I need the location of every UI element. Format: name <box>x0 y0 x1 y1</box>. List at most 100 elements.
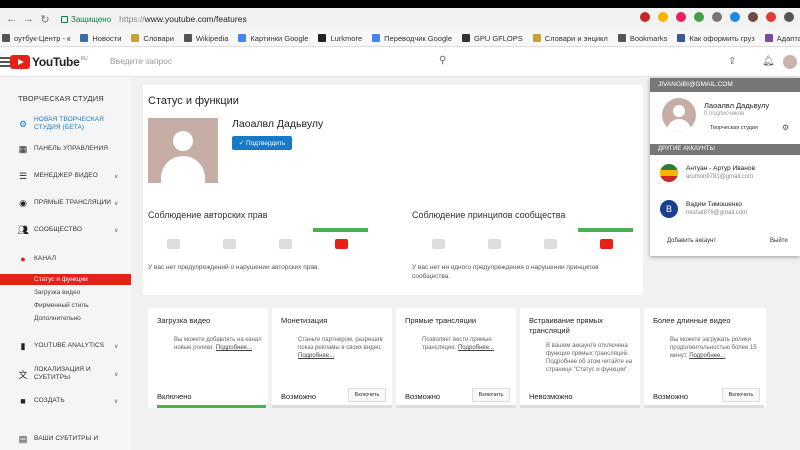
chevron-down-icon[interactable]: ∨ <box>114 371 118 378</box>
logout-button[interactable]: Выйти <box>770 238 788 244</box>
verify-button[interactable]: ✓ Подтвердить <box>232 136 292 150</box>
bookmark-item[interactable]: оутбук-Центр - к <box>2 34 70 43</box>
strike-indicator-icon <box>279 239 292 249</box>
sidebar-item-analytics[interactable]: ▮ YOUTUBE ANALYTICS ∨ <box>0 339 131 353</box>
bookmark-label: GPU GFLOPS <box>474 33 523 43</box>
bookmark-favicon-icon <box>183 34 192 42</box>
sidebar-item-label: YOUTUBE ANALYTICS <box>34 342 105 349</box>
chevron-down-icon[interactable]: ∨ <box>114 200 118 207</box>
extension-icon[interactable] <box>766 12 776 22</box>
more-link[interactable]: Подробнее... <box>458 345 494 351</box>
sidebar-item-subtitles[interactable]: ▤ ВАШИ СУБТИТРЫ И <box>0 432 131 446</box>
bookmark-item[interactable]: Картинки Google <box>238 34 308 43</box>
sidebar-item-new-studio[interactable]: ⚙ НОВАЯ ТВОРЧЕСКАЯ СТУДИЯ (БЕТА) <box>0 115 131 133</box>
more-link[interactable]: Подробнее... <box>216 345 252 351</box>
sidebar-item-video-manager[interactable]: ☰ МЕНЕДЖЕР ВИДЕО ∨ <box>0 169 131 183</box>
sidebar-item-create[interactable]: ■ СОЗДАТЬ ∨ <box>0 394 131 408</box>
bookmark-item[interactable]: Wikipedia <box>183 33 229 43</box>
community-status-bar <box>578 228 633 232</box>
chevron-down-icon[interactable]: ∨ <box>114 173 118 180</box>
sidebar-item-channel[interactable]: ● КАНАЛ <box>0 252 131 266</box>
sidebar-subitem-status[interactable]: Статус и функции <box>0 274 131 285</box>
creator-studio-link[interactable]: Творческая студия <box>710 125 758 131</box>
reload-icon[interactable]: ↻ <box>40 13 50 26</box>
bookmark-label: Словари и энцикл <box>544 33 608 43</box>
enable-button[interactable]: Включить <box>722 388 760 402</box>
bookmark-label: Как оформить груз <box>689 33 755 43</box>
extension-icon[interactable] <box>730 12 740 22</box>
feature-description: Станьте партнером, разрешив показ реклам… <box>298 337 383 359</box>
enable-button[interactable]: Включить <box>348 388 386 402</box>
search-input[interactable]: Введите запрос <box>110 55 450 69</box>
chevron-down-icon[interactable]: ∨ <box>114 398 118 405</box>
menu-dots-icon[interactable] <box>784 12 794 22</box>
strike-indicator-icon <box>167 239 180 249</box>
search-icon[interactable]: ⚲ <box>439 55 446 66</box>
account-item[interactable]: Антуан - Артур Иванов arumon9781@gmail.c… <box>650 160 800 188</box>
url-field[interactable]: https://www.youtube.com/features <box>119 14 247 24</box>
hamburger-menu-icon[interactable] <box>0 57 10 69</box>
gear-icon[interactable]: ⚙ <box>782 123 789 132</box>
bell-icon[interactable]: 🔔︎ <box>762 56 775 67</box>
sidebar-subitem-label: Загрузка видео <box>34 289 81 296</box>
bookmark-favicon-icon <box>131 34 140 42</box>
bookmark-item[interactable]: Переводчик Google <box>372 34 452 43</box>
bookmark-favicon-icon <box>372 34 381 42</box>
sidebar-item-live[interactable]: ◉ ПРЯМЫЕ ТРАНСЛЯЦИИ ∨ <box>0 196 131 210</box>
bookmark-label: Новости <box>92 33 122 43</box>
secure-indicator[interactable]: Защищено <box>61 15 111 24</box>
bookmark-item[interactable]: GPU GFLOPS <box>462 34 523 43</box>
feature-bar <box>520 405 640 408</box>
account-email: JIVANGIBI@GMAIL.COM <box>650 78 800 92</box>
dashboard-icon: ▦ <box>18 143 28 154</box>
sidebar-subitem-branding[interactable]: Фирменный стиль <box>0 300 131 311</box>
bookmark-item[interactable]: Как оформить груз <box>677 33 755 43</box>
back-icon[interactable]: ← <box>6 13 17 25</box>
bookmark-label: Wikipedia <box>195 33 229 43</box>
bookmark-item[interactable]: Адаптация графики <box>764 34 800 43</box>
bookmark-item[interactable]: Новости <box>80 34 121 43</box>
enable-button[interactable]: Включить <box>472 388 510 402</box>
bookmark-item[interactable]: Bookmarks <box>617 34 667 43</box>
feature-title: Прямые трансляции <box>405 316 477 325</box>
feature-status: Включено <box>157 392 192 401</box>
account-avatar: В <box>660 200 678 218</box>
chevron-down-icon[interactable]: ∨ <box>114 227 118 234</box>
gear-icon: ⚙ <box>18 118 28 129</box>
sidebar-subitem-label: Дополнительно <box>34 315 81 322</box>
url-host: www.youtube.com/features <box>144 14 247 24</box>
extension-icon[interactable] <box>676 12 686 22</box>
bookmark-favicon-icon <box>677 34 686 42</box>
extension-icon[interactable] <box>748 12 758 22</box>
account-item[interactable]: В Вадим Тимошенко mishat876@gmail.com <box>650 196 800 224</box>
extension-icon[interactable] <box>712 12 722 22</box>
sidebar-subitem-advanced[interactable]: Дополнительно <box>0 313 131 324</box>
lock-icon <box>61 15 68 23</box>
feature-title: Загрузка видео <box>157 316 211 325</box>
sidebar-item-label: НОВАЯ ТВОРЧЕСКАЯ СТУДИЯ (БЕТА) <box>34 116 104 131</box>
forward-icon[interactable]: → <box>23 13 34 25</box>
sidebar-item-community[interactable]: 👥︎ СООБЩЕСТВО ∨ <box>0 223 131 237</box>
bookmark-item[interactable]: Словари <box>131 34 174 43</box>
extension-icon[interactable] <box>640 12 650 22</box>
sidebar-title: ТВОРЧЕСКАЯ СТУДИЯ <box>18 94 104 103</box>
youtube-logo[interactable]: YouTube RU <box>10 55 88 69</box>
bookmark-item[interactable]: Словари и энцикл <box>532 33 608 43</box>
bookmark-label: Картинки Google <box>250 33 309 43</box>
feature-status: Возможно <box>405 392 441 401</box>
strike-indicator-icon <box>488 239 501 249</box>
bookmark-favicon-icon <box>764 34 773 42</box>
bookmark-star-icon[interactable] <box>658 12 668 22</box>
sidebar-item-dashboard[interactable]: ▦ ПАНЕЛЬ УПРАВЛЕНИЯ <box>0 142 131 156</box>
sidebar-subitem-upload[interactable]: Загрузка видео <box>0 287 131 298</box>
more-link[interactable]: Подробнее... <box>689 353 725 359</box>
bookmark-item[interactable]: Lurkmore <box>318 34 362 43</box>
more-link[interactable]: Подробнее... <box>298 353 334 359</box>
account-avatar[interactable] <box>783 55 797 69</box>
upload-icon[interactable]: ⇪ <box>728 56 736 67</box>
chevron-down-icon[interactable]: ∨ <box>114 343 118 350</box>
extension-icon[interactable] <box>694 12 704 22</box>
sidebar-item-localization[interactable]: 文 ЛОКАЛИЗАЦИЯ И СУБТИТРЫ ∨ <box>0 365 131 383</box>
add-account-button[interactable]: Добавить аккаунт <box>667 238 716 244</box>
strike-indicator-icon <box>600 239 613 249</box>
